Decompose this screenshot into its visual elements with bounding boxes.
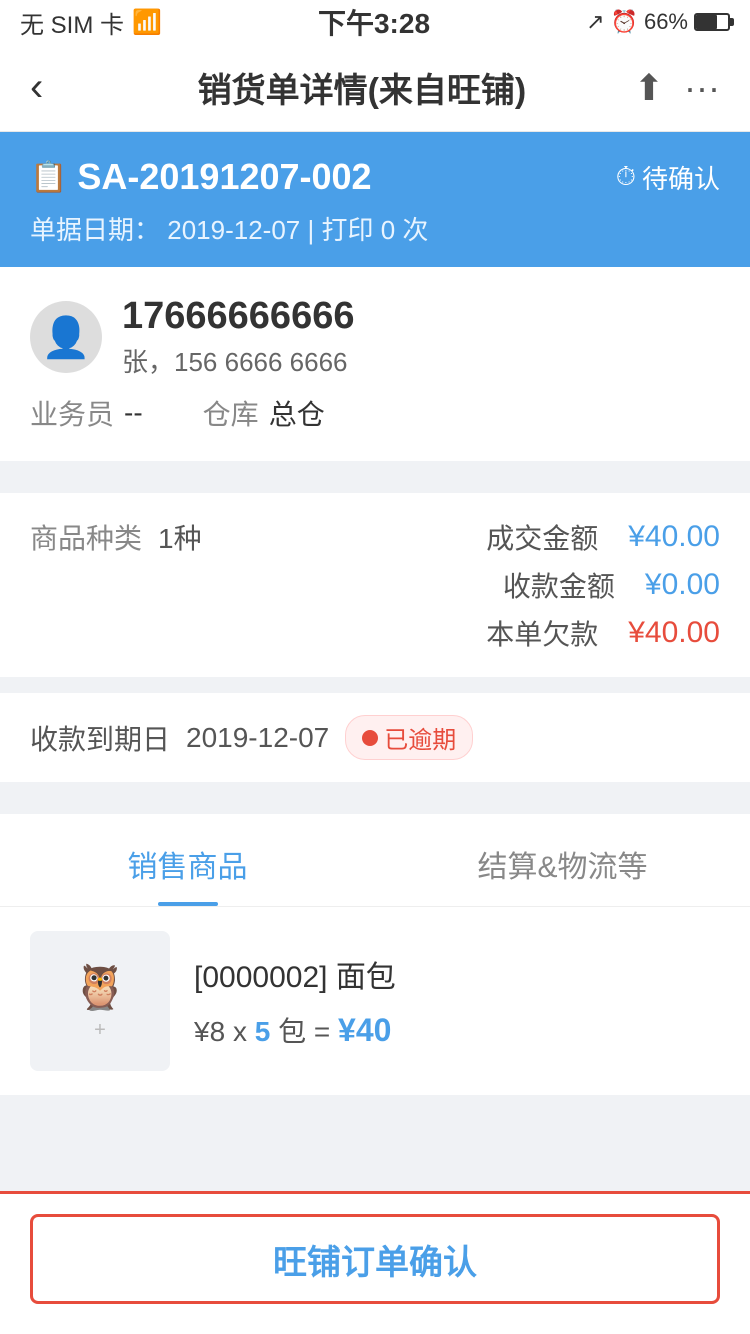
warehouse-value: 总仓 (269, 393, 325, 433)
carrier-label: 无 SIM 卡 (20, 5, 124, 40)
page-title: 销货单详情(来自旺铺) (198, 63, 527, 112)
product-type-info: 商品种类 1种 (30, 517, 202, 557)
received-label: 收款金额 (503, 565, 615, 605)
status-right: ↗ ⏰ 66% (586, 9, 730, 35)
tab-settlement[interactable]: 结算&物流等 (375, 814, 750, 906)
product-item: 🦉 + [0000002] 面包 ¥8 x 5 包 = ¥40 (30, 931, 720, 1071)
print-unit: 次 (402, 215, 428, 245)
product-total: ¥40 (338, 1012, 391, 1048)
print-label: | 打印 (307, 215, 373, 245)
salesperson-item: 业务员 -- (30, 393, 143, 433)
status-time: 下午3:28 (318, 2, 430, 42)
received-row: 收款金额 ¥0.00 (503, 565, 720, 605)
avatar: 👤 (30, 301, 102, 373)
deal-amount-label: 成交金额 (486, 517, 598, 557)
divider-2 (0, 677, 750, 693)
order-date-value: 2019-12-07 (167, 215, 300, 245)
deal-amount-value: ¥40.00 (628, 520, 720, 554)
tabs-section: 销售商品 结算&物流等 (0, 814, 750, 907)
tabs-row: 销售商品 结算&物流等 (0, 814, 750, 907)
product-qty: 5 (255, 1016, 271, 1047)
order-header-card: 📋 SA-20191207-002 ⏱ 待确认 单据日期： 2019-12-07… (0, 132, 750, 267)
amounts-column: 成交金额 ¥40.00 收款金额 ¥0.00 本单欠款 ¥40.00 (486, 517, 720, 653)
due-date-label: 收款到期日 (30, 718, 170, 758)
product-unit-price: ¥8 (194, 1016, 225, 1047)
order-icon: 📋 (30, 160, 67, 195)
customer-name-phone: 张，156 6666 6666 (122, 342, 354, 379)
owed-value: ¥40.00 (628, 616, 720, 650)
share-icon[interactable]: ⬆ (634, 67, 664, 109)
due-date-value: 2019-12-07 (186, 722, 329, 754)
location-icon: ↗ (586, 9, 604, 35)
product-unit: 包 (278, 1016, 306, 1047)
status-icon: ⏱ (616, 161, 636, 193)
overdue-dot-icon (362, 730, 378, 746)
salesperson-value: -- (124, 397, 143, 429)
customer-info-row: 业务员 -- 仓库 总仓 (30, 393, 720, 433)
due-date-section: 收款到期日 2019-12-07 已逾期 (0, 693, 750, 782)
status-bar: 无 SIM 卡 📶 下午3:28 ↗ ⏰ 66% (0, 0, 750, 44)
product-type-label: 商品种类 (30, 517, 142, 557)
alarm-icon: ⏰ (611, 9, 638, 35)
confirm-order-button[interactable]: 旺铺订单确认 (30, 1214, 720, 1304)
salesperson-label: 业务员 (30, 393, 114, 433)
battery-icon (694, 13, 730, 31)
overdue-badge: 已逾期 (345, 715, 473, 760)
owed-row: 本单欠款 ¥40.00 (486, 613, 720, 653)
person-icon: 👤 (41, 314, 91, 361)
product-type-count: 1种 (158, 517, 202, 557)
back-button[interactable]: ‹ (30, 65, 90, 110)
status-badge: ⏱ 待确认 (616, 159, 720, 196)
product-sku: [0000002] (194, 961, 327, 994)
print-count: 0 (381, 215, 395, 245)
product-section: 🦉 + [0000002] 面包 ¥8 x 5 包 = ¥40 (0, 907, 750, 1095)
customer-section: 👤 17666666666 张，156 6666 6666 业务员 -- 仓库 … (0, 267, 750, 461)
status-text: 待确认 (642, 159, 720, 196)
divider-1 (0, 477, 750, 493)
divider-3 (0, 782, 750, 798)
plus-label: + (94, 1019, 106, 1042)
warehouse-item: 仓库 总仓 (203, 393, 325, 433)
multiply-symbol: x (233, 1016, 255, 1047)
bottom-action-bar: 旺铺订单确认 (0, 1191, 750, 1334)
owl-icon: 🦉 (73, 961, 128, 1013)
order-date-row: 单据日期： 2019-12-07 | 打印 0 次 (30, 210, 720, 247)
tab-sales-products[interactable]: 销售商品 (0, 814, 375, 906)
product-thumbnail: 🦉 + (30, 931, 170, 1071)
order-id: 📋 SA-20191207-002 (30, 156, 372, 198)
summary-section: 商品种类 1种 成交金额 ¥40.00 收款金额 ¥0.00 本单欠款 ¥40.… (0, 493, 750, 677)
nav-actions: ⬆ ··· (634, 67, 720, 109)
customer-phone: 17666666666 (122, 295, 354, 338)
deal-amount-row: 成交金额 ¥40.00 (486, 517, 720, 557)
more-icon[interactable]: ··· (684, 67, 720, 109)
product-title: 面包 (336, 961, 396, 994)
overdue-text: 已逾期 (384, 720, 456, 755)
product-name: [0000002] 面包 (194, 952, 720, 996)
product-price-row: ¥8 x 5 包 = ¥40 (194, 1010, 720, 1050)
order-id-text: SA-20191207-002 (77, 156, 371, 198)
owed-label: 本单欠款 (486, 613, 598, 653)
product-logo: 🦉 + (73, 961, 128, 1042)
product-info: [0000002] 面包 ¥8 x 5 包 = ¥40 (194, 952, 720, 1050)
wifi-icon: 📶 (132, 8, 162, 37)
status-left: 无 SIM 卡 📶 (20, 5, 162, 40)
nav-bar: ‹ 销货单详情(来自旺铺) ⬆ ··· (0, 44, 750, 132)
equals-symbol: = (314, 1016, 330, 1047)
warehouse-label: 仓库 (203, 393, 259, 433)
date-label: 单据日期： (30, 215, 160, 245)
received-value: ¥0.00 (645, 568, 720, 602)
battery-percent: 66% (644, 9, 688, 35)
